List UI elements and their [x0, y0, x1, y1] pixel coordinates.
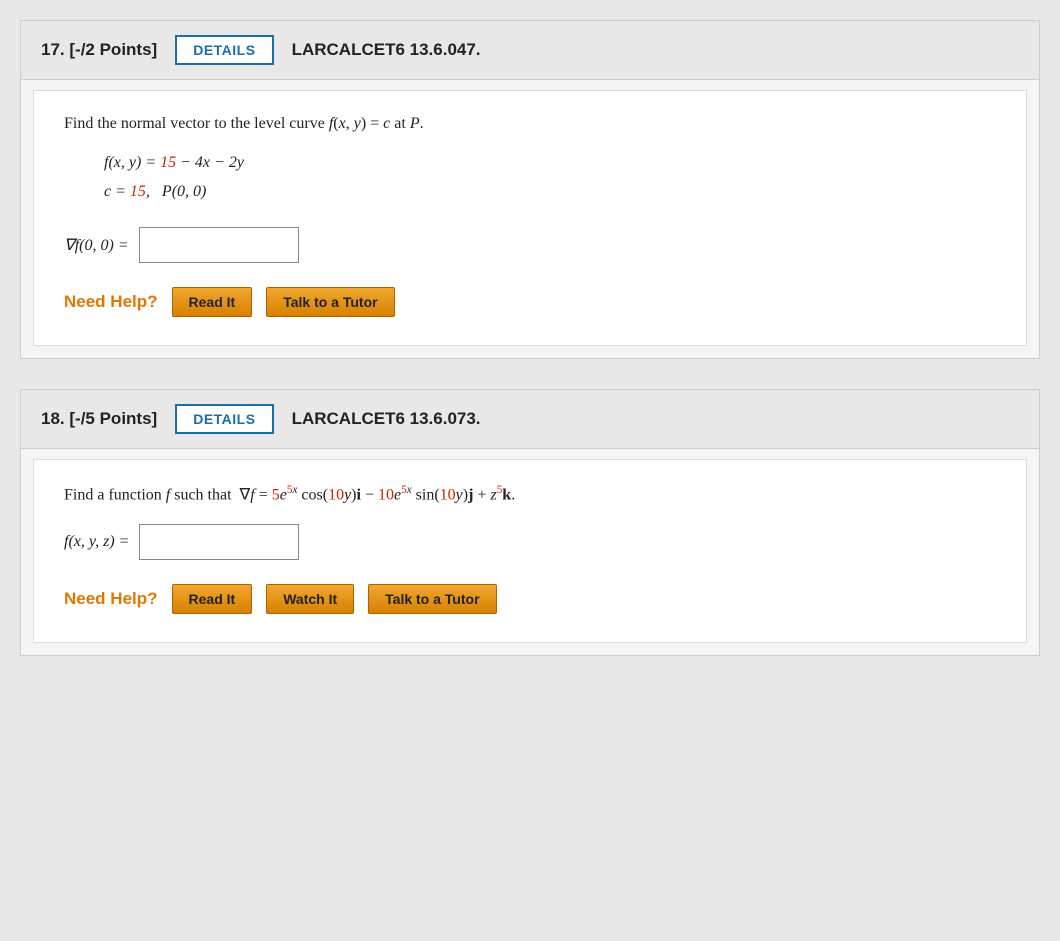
- nabla-label-17: ∇f(0, 0) =: [64, 235, 129, 255]
- fxyz-label-18: f(x, y, z) =: [64, 533, 129, 551]
- read-it-button-18[interactable]: Read It: [172, 584, 253, 614]
- problem-17-body: Find the normal vector to the level curv…: [33, 90, 1027, 346]
- talk-to-tutor-button-17[interactable]: Talk to a Tutor: [266, 287, 394, 317]
- answer-input-18[interactable]: [139, 524, 299, 560]
- need-help-label-17: Need Help?: [64, 292, 158, 312]
- details-button-17[interactable]: DETAILS: [175, 35, 273, 65]
- problem-18-answer-row: f(x, y, z) =: [64, 524, 996, 560]
- talk-to-tutor-button-18[interactable]: Talk to a Tutor: [368, 584, 496, 614]
- problem-17: 17. [-/2 Points] DETAILS LARCALCET6 13.6…: [20, 20, 1040, 359]
- problem-18-help-row: Need Help? Read It Watch It Talk to a Tu…: [64, 584, 996, 614]
- details-button-18[interactable]: DETAILS: [175, 404, 273, 434]
- problem-18-id: LARCALCET6 13.6.073.: [292, 409, 481, 429]
- problem-18-body: Find a function f such that ∇f = 5e5x co…: [33, 459, 1027, 643]
- problem-17-math: f(x, y) = 15 − 4x − 2y c = 15, P(0, 0): [104, 149, 996, 207]
- problem-17-description: Find the normal vector to the level curv…: [64, 115, 996, 133]
- problem-18-number: 18. [-/5 Points]: [41, 409, 157, 429]
- problem-18-header: 18. [-/5 Points] DETAILS LARCALCET6 13.6…: [21, 390, 1039, 449]
- answer-input-17[interactable]: [139, 227, 299, 263]
- problem-17-answer-row: ∇f(0, 0) =: [64, 227, 996, 263]
- need-help-label-18: Need Help?: [64, 589, 158, 609]
- watch-it-button-18[interactable]: Watch It: [266, 584, 354, 614]
- problem-17-number: 17. [-/2 Points]: [41, 40, 157, 60]
- problem-17-id: LARCALCET6 13.6.047.: [292, 40, 481, 60]
- read-it-button-17[interactable]: Read It: [172, 287, 253, 317]
- problem-18-description: Find a function f such that ∇f = 5e5x co…: [64, 484, 996, 504]
- problem-17-help-row: Need Help? Read It Talk to a Tutor: [64, 287, 996, 317]
- problem-17-header: 17. [-/2 Points] DETAILS LARCALCET6 13.6…: [21, 21, 1039, 80]
- problem-18: 18. [-/5 Points] DETAILS LARCALCET6 13.6…: [20, 389, 1040, 656]
